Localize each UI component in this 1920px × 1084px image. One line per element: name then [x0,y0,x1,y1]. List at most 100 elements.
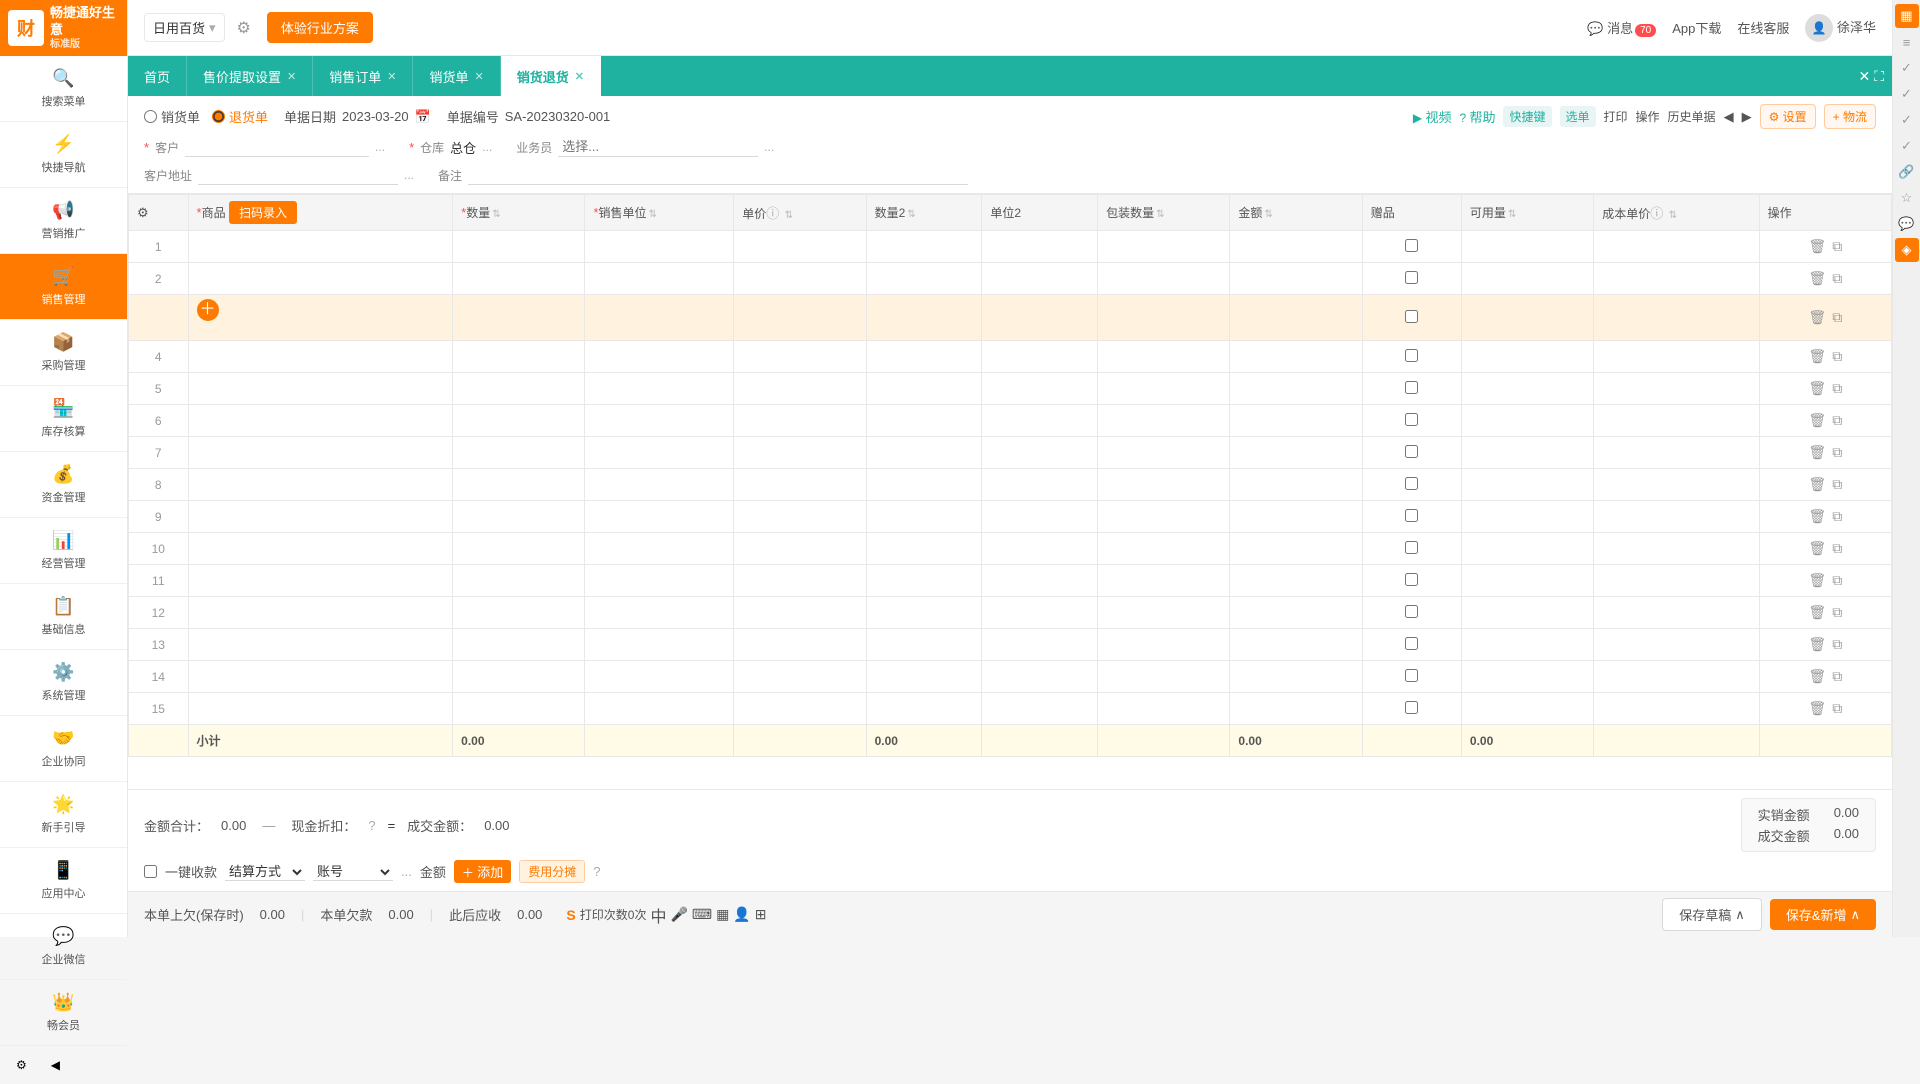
gift-checkbox[interactable] [1405,239,1418,252]
pkg-qty-cell[interactable] [1098,501,1230,533]
tab-sales-order-close[interactable]: ✕ [387,70,396,83]
rt-star[interactable]: ☆ [1895,186,1919,210]
account-select[interactable]: 账号 [313,863,393,881]
unit-price-cell[interactable] [734,373,866,405]
pkg-qty-cell[interactable] [1098,405,1230,437]
pkg-qty-cell[interactable] [1098,295,1230,341]
unit2-cell[interactable] [982,469,1098,501]
cost-price-cell[interactable] [1594,341,1759,373]
delete-icon[interactable]: 🗑 [1808,309,1826,326]
product-cell[interactable]: ＋ [188,295,453,341]
available-cell[interactable] [1461,341,1593,373]
gift-cell[interactable] [1362,295,1461,341]
user-avatar[interactable]: 👤 徐泽华 [1805,14,1876,42]
pkg-qty-cell[interactable] [1098,231,1230,263]
pkg-qty-cell[interactable] [1098,341,1230,373]
pkg-qty-cell[interactable] [1098,693,1230,725]
pkg-qty-cell[interactable] [1098,597,1230,629]
qty2-cell[interactable] [866,533,982,565]
gift-checkbox[interactable] [1405,573,1418,586]
product-cell[interactable] [188,437,453,469]
product-cell[interactable] [188,469,453,501]
tab-maximize[interactable]: ⛶ [1874,68,1884,85]
print-action[interactable]: 打印 [1604,108,1628,125]
gift-checkbox[interactable] [1405,669,1418,682]
delete-icon[interactable]: 🗑 [1808,412,1826,429]
qty-cell[interactable] [453,629,585,661]
product-cell[interactable] [188,597,453,629]
gift-checkbox[interactable] [1405,477,1418,490]
sidebar-item-finance[interactable]: 💰 资金管理 [0,452,127,518]
qty2-cell[interactable] [866,629,982,661]
sidebar-item-enterprise[interactable]: 🤝 企业协同 [0,716,127,782]
rt-link[interactable]: 🔗 [1895,160,1919,184]
qty-cell[interactable] [453,341,585,373]
product-cell[interactable] [188,373,453,405]
radio-sales-input[interactable] [144,110,157,123]
salesperson-dots[interactable]: ... [764,140,774,154]
cost-price-cell[interactable] [1594,629,1759,661]
tab-sales-return-close[interactable]: ✕ [575,70,584,83]
sales-unit-cell[interactable] [585,295,734,341]
operate-action[interactable]: 操作 [1636,108,1660,125]
available-cell[interactable] [1461,693,1593,725]
cost-price-cell[interactable] [1594,437,1759,469]
unit-price-cell[interactable] [734,437,866,469]
amount-cell[interactable] [1230,263,1362,295]
delete-icon[interactable]: 🗑 [1808,270,1826,287]
sales-unit-cell[interactable] [585,565,734,597]
column-settings-icon[interactable]: ⚙ [137,205,149,220]
unit2-cell[interactable] [982,295,1098,341]
topbar-gear-icon[interactable]: ⚙ [237,18,251,38]
sales-unit-cell[interactable] [585,533,734,565]
product-cell[interactable] [188,405,453,437]
cost-price-cell[interactable] [1594,469,1759,501]
person-icon[interactable]: 👤 [733,906,750,923]
sales-unit-cell[interactable] [585,231,734,263]
product-cell[interactable] [188,629,453,661]
sidebar-item-inventory[interactable]: 🏪 库存核算 [0,386,127,452]
gift-cell[interactable] [1362,231,1461,263]
tab-close-all[interactable]: ✕ [1858,68,1870,85]
product-cell[interactable] [188,341,453,373]
gift-checkbox[interactable] [1405,701,1418,714]
available-cell[interactable] [1461,231,1593,263]
keyboard-icon[interactable]: ⌨ [692,906,712,923]
unit-price-cell[interactable] [734,533,866,565]
qty2-cell[interactable] [866,693,982,725]
rt-check4[interactable]: ✓ [1895,134,1919,158]
customer-input[interactable] [185,137,369,157]
tab-price-extract-close[interactable]: ✕ [287,70,296,83]
amount-cell[interactable] [1230,341,1362,373]
qty-cell[interactable] [453,597,585,629]
sales-unit-cell[interactable] [585,629,734,661]
select-action[interactable]: 选单 [1560,106,1596,127]
qty2-cell[interactable] [866,295,982,341]
cost-price-cell[interactable] [1594,405,1759,437]
tab-sales-order[interactable]: 销售订单 ✕ [313,56,413,96]
one-click-payment-checkbox[interactable] [144,865,157,878]
qty2-cell[interactable] [866,661,982,693]
product-input[interactable] [197,321,317,336]
copy-icon[interactable]: ⧉ [1832,508,1842,525]
copy-icon[interactable]: ⧉ [1832,309,1842,326]
qty-cell[interactable] [453,263,585,295]
pkg-qty-cell[interactable] [1098,565,1230,597]
cost-price-cell[interactable] [1594,533,1759,565]
warehouse-dots[interactable]: ... [482,140,492,154]
qty-cell[interactable] [453,295,585,341]
qty2-cell[interactable] [866,501,982,533]
qty2-cell[interactable] [866,341,982,373]
video-action[interactable]: ▶ 视频 [1413,107,1452,126]
help-action[interactable]: ? 帮助 [1459,107,1495,126]
qty2-cell[interactable] [866,373,982,405]
gift-checkbox[interactable] [1405,445,1418,458]
sidebar-item-operations[interactable]: 📊 经营管理 [0,518,127,584]
radio-sales[interactable]: 销货单 [144,107,200,126]
sidebar-item-apps[interactable]: 📱 应用中心 [0,848,127,914]
sales-unit-cell[interactable] [585,405,734,437]
calc-method-select[interactable]: 结算方式 [225,863,305,881]
save-new-chevron[interactable]: ∧ [1850,907,1860,923]
available-cell[interactable] [1461,661,1593,693]
unit2-cell[interactable] [982,231,1098,263]
